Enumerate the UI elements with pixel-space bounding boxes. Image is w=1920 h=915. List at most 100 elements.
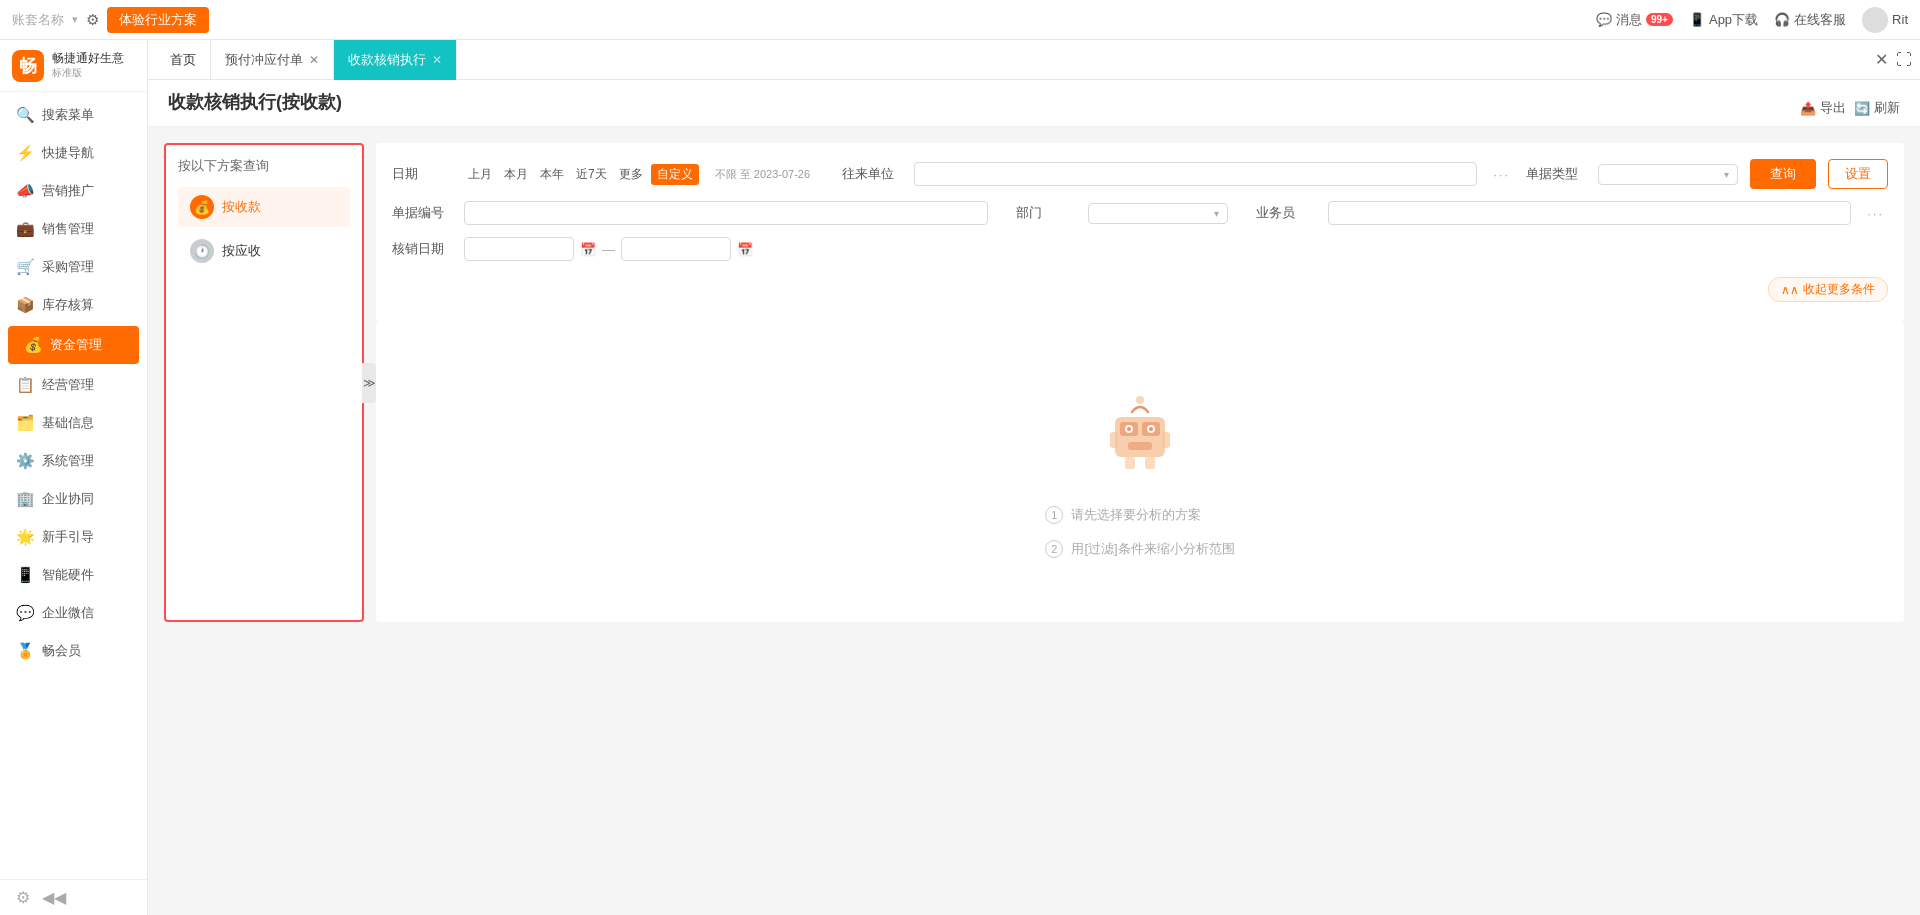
doc-type-chevron-icon: ▾ — [1724, 169, 1729, 180]
top-bar: 账套名称 ▾ ⚙ 体验行业方案 💬 消息 99+ 📱 App下载 🎧 在线客服 … — [0, 0, 1920, 40]
sidebar-item-search[interactable]: 🔍 搜索菜单 — [0, 96, 147, 134]
export-label: 导出 — [1820, 99, 1846, 117]
sidebar-label-marketing: 营销推广 — [42, 182, 94, 200]
date-option-custom[interactable]: 自定义 — [651, 164, 699, 185]
filter-panel-title: 按以下方案查询 — [178, 157, 350, 175]
refresh-icon: 🔄 — [1854, 101, 1870, 116]
date-label: 日期 — [392, 165, 452, 183]
enterprise-icon: 🏢 — [16, 490, 34, 508]
date-option-more[interactable]: 更多 — [615, 164, 647, 185]
sidebar-label-quick-nav: 快捷导航 — [42, 144, 94, 162]
main-layout: 畅 畅捷通好生意 标准版 🔍 搜索菜单 ⚡ 快捷导航 📣 营销推广 💼 销售管理 — [0, 40, 1920, 915]
brand-text: 账套名称 — [12, 11, 64, 29]
tab-home[interactable]: 首页 — [156, 40, 211, 80]
verify-date-start-cal-icon[interactable]: 📅 — [580, 242, 596, 257]
filter-option-by-receipt[interactable]: 💰 按收款 — [178, 187, 350, 227]
empty-state-tips: 1 请先选择要分析的方案 2 用[过滤]条件来缩小分析范围 — [1045, 502, 1234, 562]
verify-date-group: 2023-03-01 📅 — 2023-07-21 📅 — [464, 237, 753, 261]
collapse-up-icon: ∧∧ — [1781, 283, 1799, 297]
sidebar-item-purchase[interactable]: 🛒 采购管理 — [0, 248, 147, 286]
filter-option-by-receivable[interactable]: 🕐 按应收 — [178, 231, 350, 271]
date-option-last-month[interactable]: 上月 — [464, 164, 496, 185]
svg-rect-5 — [1162, 432, 1170, 448]
sales-rep-input[interactable] — [1328, 201, 1852, 225]
sidebar-collapse-icon[interactable]: ◀◀ — [42, 888, 66, 907]
sidebar-item-finance[interactable]: 💰 资金管理 — [8, 326, 139, 364]
doc-type-select[interactable]: ▾ — [1598, 164, 1738, 185]
sidebar-settings-icon[interactable]: ⚙ — [16, 888, 30, 907]
sidebar-item-basic[interactable]: 🗂️ 基础信息 — [0, 404, 147, 442]
sidebar-item-inventory[interactable]: 📦 库存核算 — [0, 286, 147, 324]
empty-tip-1: 1 请先选择要分析的方案 — [1045, 502, 1234, 528]
refresh-btn[interactable]: 🔄 刷新 — [1854, 99, 1900, 117]
sidebar-item-hardware[interactable]: 📱 智能硬件 — [0, 556, 147, 594]
sidebar-label-enterprise: 企业协同 — [42, 490, 94, 508]
date-option-this-year[interactable]: 本年 — [536, 164, 568, 185]
headset-icon: 🎧 — [1774, 12, 1790, 27]
sidebar-item-sales[interactable]: 💼 销售管理 — [0, 210, 147, 248]
sales-rep-dots-btn[interactable]: ··· — [1863, 206, 1888, 221]
tab-close-all-btn[interactable]: ✕ — [1875, 50, 1888, 69]
tab-collection-close-icon[interactable]: ✕ — [432, 53, 442, 67]
messages-item[interactable]: 💬 消息 99+ — [1596, 11, 1673, 29]
sidebar-item-system[interactable]: ⚙️ 系统管理 — [0, 442, 147, 480]
receipt-option-icon: 💰 — [190, 195, 214, 219]
date-option-7days[interactable]: 近7天 — [572, 164, 611, 185]
query-btn[interactable]: 查询 — [1750, 159, 1816, 189]
export-btn[interactable]: 📤 导出 — [1800, 99, 1846, 117]
online-service-item[interactable]: 🎧 在线客服 — [1774, 11, 1846, 29]
sidebar-item-wechat[interactable]: 💬 企业微信 — [0, 594, 147, 632]
sidebar-item-guide[interactable]: 🌟 新手引导 — [0, 518, 147, 556]
sidebar-item-member[interactable]: 🏅 畅会员 — [0, 632, 147, 670]
tab-bar: 首页 预付冲应付单 ✕ 收款核销执行 ✕ ✕ ⛶ — [148, 40, 1920, 80]
guide-icon: 🌟 — [16, 528, 34, 546]
sidebar-item-enterprise[interactable]: 🏢 企业协同 — [0, 480, 147, 518]
sidebar-item-quick-nav[interactable]: ⚡ 快捷导航 — [0, 134, 147, 172]
sidebar-item-marketing[interactable]: 📣 营销推广 — [0, 172, 147, 210]
date-option-this-month[interactable]: 本月 — [500, 164, 532, 185]
industry-btn[interactable]: 体验行业方案 — [107, 7, 209, 33]
page-header-actions: 📤 导出 🔄 刷新 — [1800, 91, 1900, 125]
doc-no-input[interactable] — [464, 201, 988, 225]
sidebar-label-member: 畅会员 — [42, 642, 81, 660]
sidebar-item-operations[interactable]: 📋 经营管理 — [0, 366, 147, 404]
department-select[interactable]: ▾ — [1088, 203, 1228, 224]
export-icon: 📤 — [1800, 101, 1816, 116]
svg-rect-3 — [1128, 442, 1152, 450]
dropdown-arrow-icon[interactable]: ▾ — [72, 13, 78, 26]
logo-badge: 标准版 — [52, 66, 124, 80]
system-icon: ⚙️ — [16, 452, 34, 470]
svg-rect-6 — [1125, 457, 1135, 469]
svg-point-10 — [1127, 427, 1131, 431]
tab-prepay-close-icon[interactable]: ✕ — [309, 53, 319, 67]
avatar — [1862, 7, 1888, 33]
tab-fullscreen-btn[interactable]: ⛶ — [1896, 51, 1912, 69]
doc-no-label: 单据编号 — [392, 204, 452, 222]
tab-collection[interactable]: 收款核销执行 ✕ — [334, 40, 457, 80]
counterpart-dots-btn[interactable]: ··· — [1489, 167, 1514, 182]
sales-rep-label: 业务员 — [1256, 204, 1316, 222]
app-download-item[interactable]: 📱 App下载 — [1689, 11, 1758, 29]
tab-prepay[interactable]: 预付冲应付单 ✕ — [211, 40, 334, 80]
collapse-conditions-btn[interactable]: ∧∧ 收起更多条件 — [1768, 277, 1888, 302]
counterpart-input[interactable] — [914, 162, 1477, 186]
verify-date-end[interactable]: 2023-07-21 — [621, 237, 731, 261]
top-bar-left: 账套名称 ▾ ⚙ 体验行业方案 — [12, 7, 1588, 33]
page-content: 收款核销执行(按收款) 📤 导出 🔄 刷新 按以下方案查询 — [148, 80, 1920, 915]
filter-panel: 按以下方案查询 💰 按收款 🕐 按应收 ≫ — [164, 143, 364, 622]
filter-collapse-btn[interactable]: ≫ — [362, 363, 376, 403]
query-row-1: 日期 上月 本月 本年 近7天 更多 自定义 不限 至 2023-07-26 — [392, 159, 1888, 189]
tab-bar-actions: ✕ ⛶ — [1875, 50, 1912, 69]
user-item[interactable]: Rit — [1862, 7, 1908, 33]
gear-icon[interactable]: ⚙ — [86, 11, 99, 29]
inventory-icon: 📦 — [16, 296, 34, 314]
sales-icon: 💼 — [16, 220, 34, 238]
verify-date-start[interactable]: 2023-03-01 — [464, 237, 574, 261]
hardware-icon: 📱 — [16, 566, 34, 584]
settings-btn[interactable]: 设置 — [1828, 159, 1888, 189]
svg-point-12 — [1136, 396, 1144, 404]
query-row-2: 单据编号 部门 ▾ 业务员 ··· — [392, 201, 1888, 225]
verify-date-end-cal-icon[interactable]: 📅 — [737, 242, 753, 257]
tab-prepay-label: 预付冲应付单 — [225, 51, 303, 69]
finance-icon: 💰 — [24, 336, 42, 354]
